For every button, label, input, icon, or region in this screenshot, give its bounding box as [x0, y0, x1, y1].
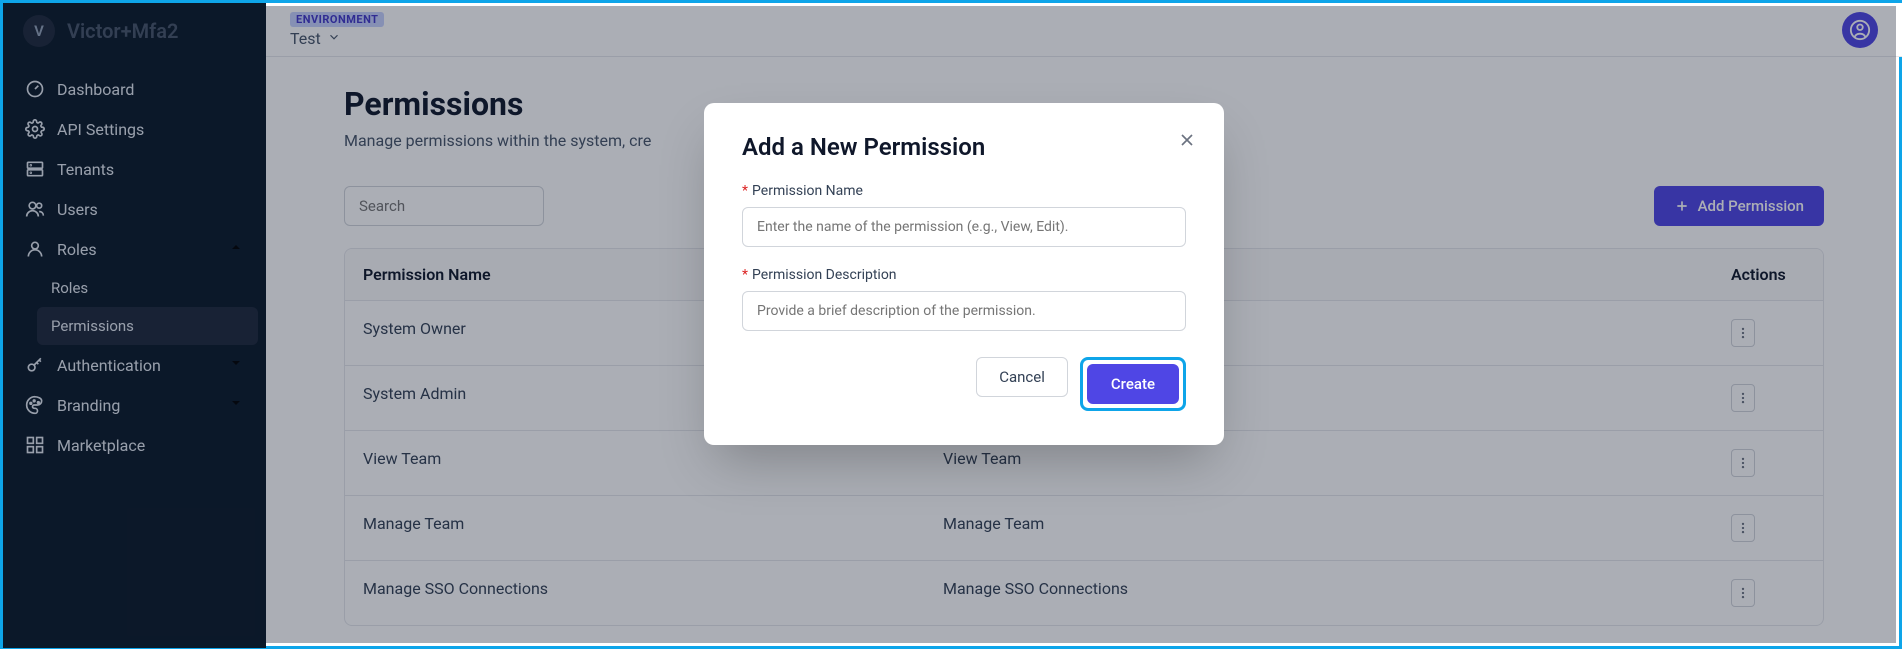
permission-name-input[interactable] [742, 207, 1186, 247]
create-button-highlight: Create [1080, 357, 1186, 411]
close-icon [1177, 130, 1197, 150]
modal-actions: Cancel Create [742, 357, 1186, 411]
permission-description-label: *Permission Description [742, 267, 1186, 283]
cancel-button[interactable]: Cancel [976, 357, 1068, 397]
create-button[interactable]: Create [1087, 364, 1179, 404]
add-permission-modal: Add a New Permission *Permission Name *P… [704, 103, 1224, 445]
permission-description-input[interactable] [742, 291, 1186, 331]
permission-name-label: *Permission Name [742, 183, 1186, 199]
modal-title: Add a New Permission [742, 133, 1186, 161]
close-button[interactable] [1174, 127, 1200, 153]
